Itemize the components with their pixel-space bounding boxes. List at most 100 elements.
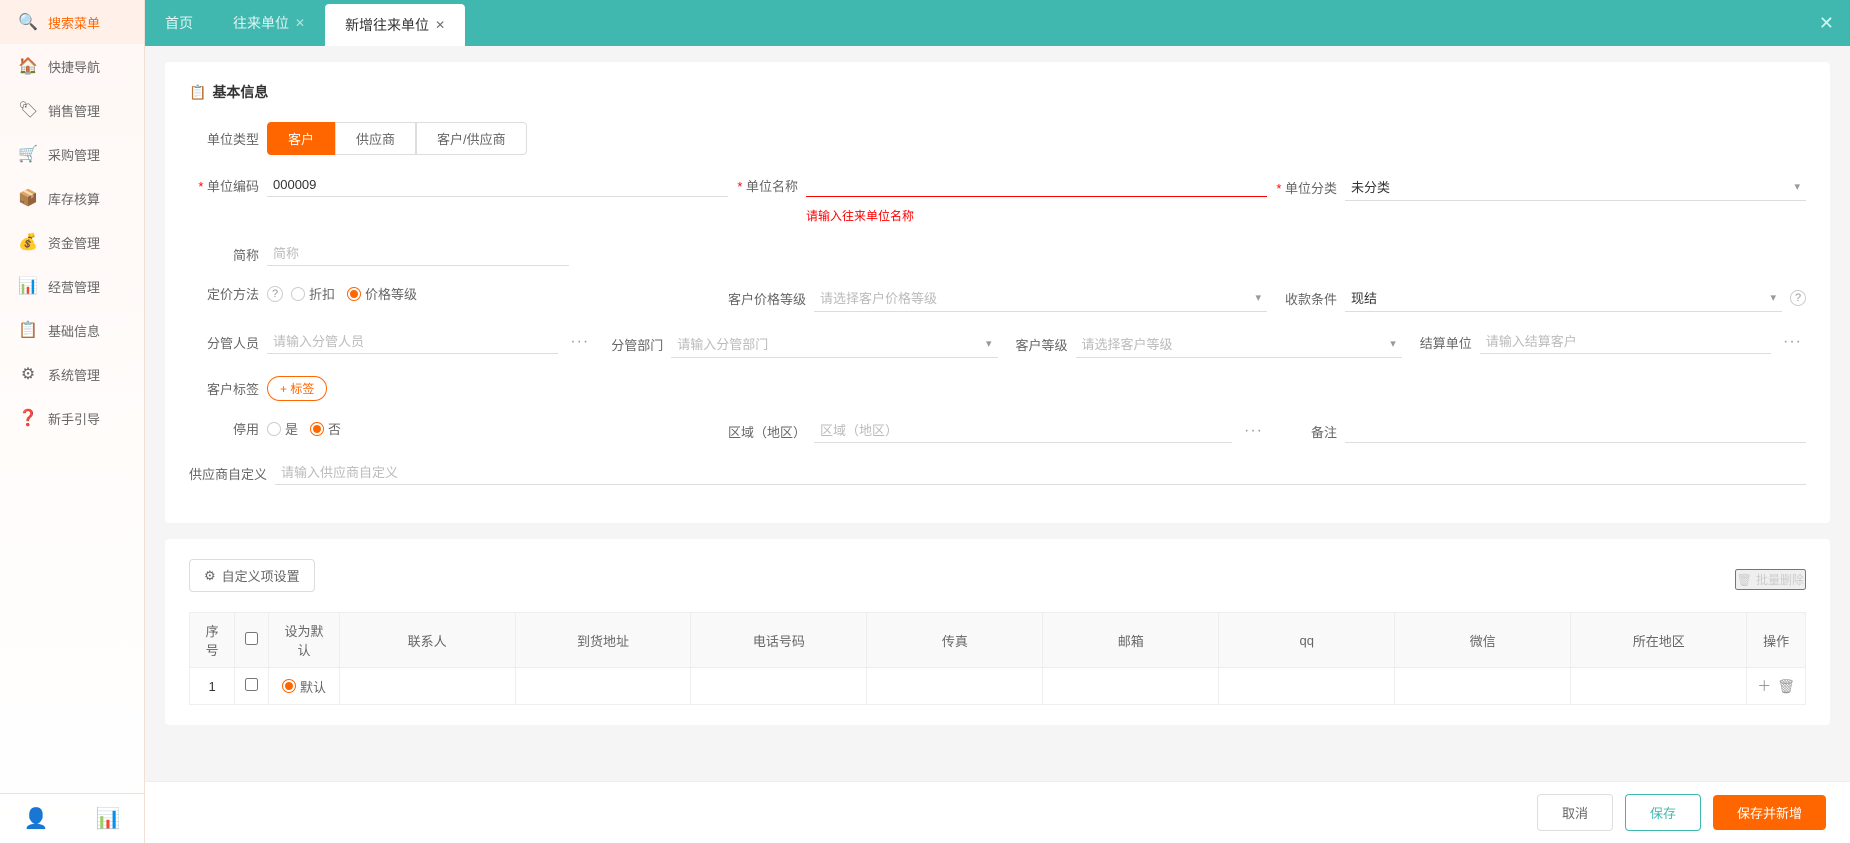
radio-discount[interactable]: 折扣 — [291, 284, 335, 303]
row-default-radio[interactable]: 默认 — [279, 677, 328, 696]
radio-grade-inner — [350, 290, 358, 298]
add-row-icon[interactable]: ＋ — [1757, 676, 1771, 696]
section-title: 📋 基本信息 — [189, 82, 1806, 102]
radio-disable-no[interactable]: 否 — [310, 419, 341, 438]
sidebar-item-purchase[interactable]: 🛒 采购管理 — [0, 132, 144, 176]
settlement-more-dots[interactable]: ··· — [1779, 333, 1806, 351]
notes-label: 备注 — [1267, 422, 1337, 441]
tab-new-partner[interactable]: 新增往来单位 ✕ — [325, 4, 465, 46]
row-fax[interactable] — [867, 668, 1043, 705]
cancel-button[interactable]: 取消 — [1537, 794, 1613, 831]
manager-more-dots[interactable]: ··· — [566, 333, 593, 351]
row-wechat-input[interactable] — [1405, 679, 1560, 694]
payment-terms-value: 现结 — [1351, 288, 1377, 307]
row-address[interactable] — [515, 668, 691, 705]
table-card: ⚙ 自定义项设置 🗑 批量删除 序号 设为默认 联系人 — [165, 539, 1830, 725]
tag-field: 客户标签 + 标签 — [189, 376, 1806, 401]
unit-type-supplier-btn[interactable]: 供应商 — [335, 122, 416, 155]
sidebar-item-inventory[interactable]: 📦 库存核算 — [0, 176, 144, 220]
sidebar-user-btn[interactable]: 👤 — [0, 794, 72, 843]
unit-type-customer-btn[interactable]: 客户 — [267, 122, 335, 155]
sidebar-item-sales[interactable]: 🏷 销售管理 — [0, 88, 144, 132]
section-title-text: 基本信息 — [212, 82, 268, 102]
save-button[interactable]: 保存 — [1625, 794, 1701, 831]
settlement-label: 结算单位 — [1402, 333, 1472, 352]
sidebar-item-label: 新手引导 — [48, 409, 100, 428]
unit-type-field: 单位类型 客户 供应商 客户/供应商 — [189, 122, 1806, 155]
purchase-icon: 🛒 — [18, 144, 38, 164]
disable-radio-group: 是 否 — [267, 419, 341, 438]
tab-bar-close-btn[interactable]: ✕ — [1803, 13, 1850, 34]
custom-settings-button[interactable]: ⚙ 自定义项设置 — [189, 559, 315, 592]
row-email-input[interactable] — [1053, 679, 1208, 694]
add-tag-button[interactable]: + 标签 — [267, 376, 327, 401]
row-region-input[interactable] — [1581, 679, 1736, 694]
sidebar-item-operations[interactable]: 📊 经营管理 — [0, 264, 144, 308]
row-wechat[interactable] — [1395, 668, 1571, 705]
th-qq: qq — [1219, 613, 1395, 668]
sidebar-item-system[interactable]: ⚙ 系统管理 — [0, 352, 144, 396]
th-seq: 序号 — [190, 613, 235, 668]
row-region[interactable] — [1571, 668, 1747, 705]
short-name-input[interactable] — [267, 242, 569, 266]
payment-terms-select[interactable]: 现结 ▾ — [1345, 284, 1782, 312]
sidebar-stats-btn[interactable]: 📊 — [72, 794, 144, 843]
tag-label: 客户标签 — [189, 379, 259, 398]
row-checkbox[interactable] — [245, 678, 258, 691]
row-phone[interactable] — [691, 668, 867, 705]
pricing-help-icon[interactable]: ? — [267, 286, 283, 302]
sidebar-item-search[interactable]: 🔍 搜索菜单 — [0, 0, 144, 44]
sidebar-item-label: 快捷导航 — [48, 57, 100, 76]
delete-row-icon[interactable]: 🗑 — [1777, 678, 1795, 695]
row-phone-input[interactable] — [701, 679, 856, 694]
unit-name-input[interactable] — [806, 173, 1267, 197]
tab-partners[interactable]: 往来单位 ✕ — [213, 0, 325, 46]
unit-type-both-btn[interactable]: 客户/供应商 — [416, 122, 527, 155]
row-qq-input[interactable] — [1229, 679, 1384, 694]
row-contact[interactable] — [339, 668, 515, 705]
supplier-custom-input[interactable] — [275, 461, 1806, 485]
batch-delete-button[interactable]: 🗑 批量删除 — [1735, 569, 1806, 590]
sidebar-item-label: 采购管理 — [48, 145, 100, 164]
region-field: 区域（地区） ··· — [728, 419, 1267, 443]
unit-name-label: 单位名称 — [728, 176, 798, 195]
payment-help-icon[interactable]: ? — [1790, 290, 1806, 306]
tab-new-partner-close[interactable]: ✕ — [435, 18, 445, 32]
unit-category-label: 单位分类 — [1267, 178, 1337, 197]
settlement-input[interactable] — [1480, 330, 1771, 354]
customer-level-select[interactable]: 请选择客户等级 ▾ — [1076, 330, 1402, 358]
tab-home[interactable]: 首页 — [145, 0, 213, 46]
basic-info-card: 📋 基本信息 单位类型 客户 供应商 客户/供应商 单位编码 — [165, 62, 1830, 523]
save-and-new-button[interactable]: 保存并新增 — [1713, 795, 1826, 830]
th-wechat: 微信 — [1395, 613, 1571, 668]
sidebar-item-quicknav[interactable]: 🏠 快捷导航 — [0, 44, 144, 88]
chevron-down-icon: ▾ — [1390, 337, 1396, 350]
customer-price-level-select[interactable]: 请选择客户价格等级 ▾ — [814, 284, 1267, 312]
manager-input[interactable] — [267, 330, 558, 354]
row-action: ＋ 🗑 — [1747, 668, 1806, 705]
table-header: 序号 设为默认 联系人 到货地址 电话号码 传真 邮箱 qq 微信 所在地区 操… — [190, 613, 1806, 668]
row-fax-input[interactable] — [877, 679, 1032, 694]
department-placeholder: 请输入分管部门 — [677, 334, 768, 353]
tab-partners-close[interactable]: ✕ — [295, 16, 305, 30]
unit-code-input[interactable] — [267, 173, 728, 197]
manager-label: 分管人员 — [189, 333, 259, 352]
row-contact-input[interactable] — [350, 679, 505, 694]
radio-disable-yes[interactable]: 是 — [267, 419, 298, 438]
sidebar-item-basic[interactable]: 📋 基础信息 — [0, 308, 144, 352]
sidebar-item-newbie[interactable]: ❓ 新手引导 — [0, 396, 144, 440]
row-default-radio-inner — [285, 682, 293, 690]
radio-grade[interactable]: 价格等级 — [347, 284, 417, 303]
row-qq[interactable] — [1219, 668, 1395, 705]
department-select[interactable]: 请输入分管部门 ▾ — [671, 330, 997, 358]
region-input[interactable] — [814, 419, 1232, 443]
row-address-input[interactable] — [526, 679, 681, 694]
unit-type-row: 单位类型 客户 供应商 客户/供应商 — [189, 122, 1806, 155]
row-check[interactable] — [235, 668, 269, 705]
region-more-dots[interactable]: ··· — [1240, 422, 1267, 440]
notes-input[interactable] — [1345, 419, 1806, 443]
unit-category-select[interactable]: 未分类 ▾ — [1345, 173, 1806, 201]
row-email[interactable] — [1043, 668, 1219, 705]
sidebar-item-finance[interactable]: 💰 资金管理 — [0, 220, 144, 264]
select-all-checkbox[interactable] — [245, 632, 258, 645]
